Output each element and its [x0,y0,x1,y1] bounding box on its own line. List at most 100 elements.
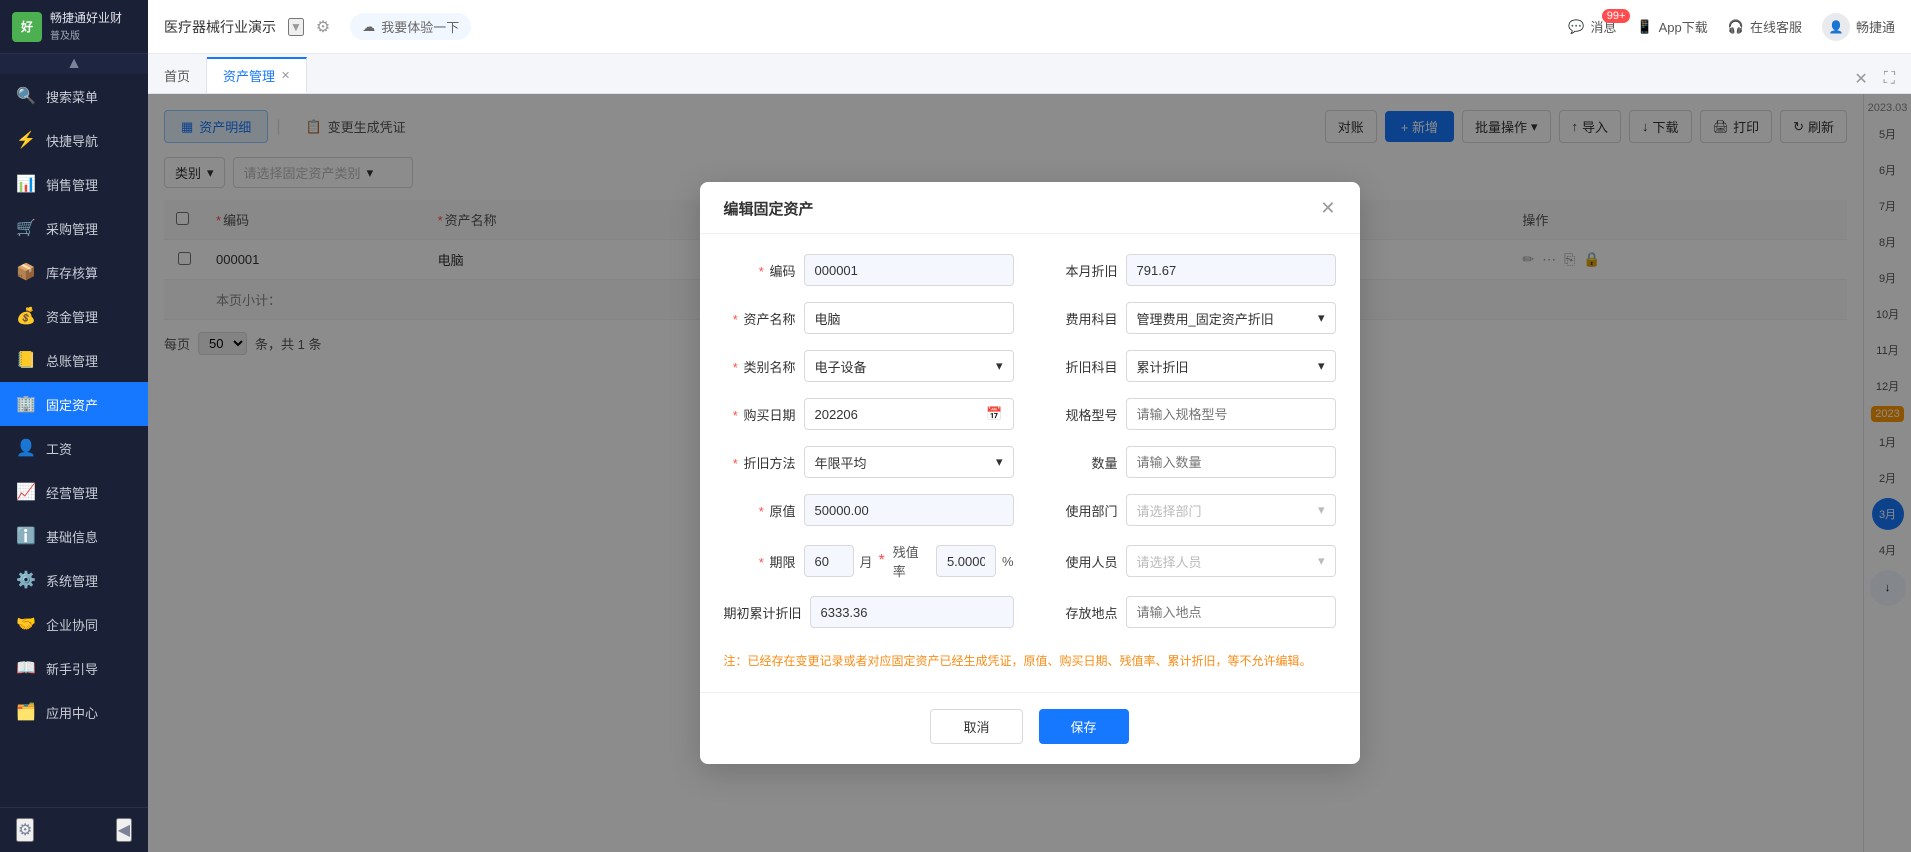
initial-accumulated-label: 期初累计折旧 [724,603,802,622]
department-placeholder: 请选择部门 [1137,501,1202,520]
user-name: 畅捷通 [1856,17,1895,36]
depreciation-method-select[interactable]: 年限平均 ▾ [804,446,1014,478]
expense-subject-label: 费用科目 [1046,309,1118,328]
sidebar-item-apps[interactable]: 🗂️ 应用中心 [0,690,148,734]
tab-home-label: 首页 [164,66,190,85]
depreciation-subject-value: 累计折旧 [1137,357,1189,376]
modal-body: * 编码 本月折旧 * [700,234,1360,691]
tab-assets-label: 资产管理 [223,66,275,85]
category-name-label: * 类别名称 [724,357,796,376]
person-placeholder: 请选择人员 [1137,552,1202,571]
spec-label: 规格型号 [1046,405,1118,424]
depreciation-method-label: * 折旧方法 [724,453,796,472]
collapse-button[interactable]: ◀ [116,818,132,842]
monthly-depreciation-input[interactable] [1126,254,1336,286]
field-category-name: * 类别名称 电子设备 ▾ [724,350,1014,382]
sidebar-bottom: ⚙ ◀ [0,807,148,852]
window-controls: ✕ ⛶ [1850,65,1911,93]
mobile-icon: 📱 [1636,19,1652,35]
sidebar-item-sales[interactable]: 📊 销售管理 [0,162,148,206]
save-button[interactable]: 保存 [1039,709,1129,744]
code-label: * 编码 [724,261,796,280]
sidebar-item-guide[interactable]: 📖 新手引导 [0,646,148,690]
sidebar-item-assets[interactable]: 🏢 固定资产 [0,382,148,426]
sales-icon: 📊 [16,174,36,194]
sidebar-item-ledger[interactable]: 📒 总账管理 [0,338,148,382]
period-label: * 期限 [724,552,796,571]
field-depreciation-method: * 折旧方法 年限平均 ▾ [724,446,1014,478]
quantity-input[interactable] [1126,446,1336,478]
sidebar-item-payroll[interactable]: 👤 工资 [0,426,148,470]
field-location: 存放地点 [1046,596,1336,628]
initial-accumulated-input[interactable] [810,596,1014,628]
experience-button[interactable]: ☁ 我要体验一下 [350,13,471,40]
gear-button[interactable]: ⚙ [316,17,330,37]
sidebar-item-system[interactable]: ⚙️ 系统管理 [0,558,148,602]
app-download-label: App下载 [1659,17,1708,36]
monthly-depreciation-label: 本月折旧 [1046,261,1118,280]
purchase-date-picker[interactable]: 202206 📅 [804,398,1014,430]
modal-title: 编辑固定资产 [724,198,814,219]
location-input[interactable] [1126,596,1336,628]
original-value-input[interactable] [804,494,1014,526]
ledger-icon: 📒 [16,350,36,370]
modal-overlay: 编辑固定资产 ✕ * 编码 [148,94,1911,852]
depreciation-subject-select[interactable]: 累计折旧 ▾ [1126,350,1336,382]
sidebar-item-label: 基础信息 [46,527,98,546]
asset-name-input[interactable] [804,302,1014,334]
person-select[interactable]: 请选择人员 ▾ [1126,545,1336,577]
tab-close-btn[interactable]: ✕ [281,69,290,82]
field-initial-accumulated: 期初累计折旧 [724,596,1014,628]
field-period-residual: * 期限 月 * 残值率 % [724,542,1014,580]
avatar: 👤 [1822,13,1850,41]
residual-rate-input[interactable] [936,545,996,577]
settings-button[interactable]: ⚙ [16,818,34,842]
scroll-up-btn[interactable]: ▲ [0,54,148,74]
modal-close-btn[interactable]: ✕ [1320,198,1335,219]
spec-input[interactable] [1126,398,1336,430]
window-maximize-btn[interactable]: ⛶ [1880,66,1899,92]
cloud-icon: ☁ [362,19,375,35]
sidebar-item-label: 工资 [46,439,72,458]
sidebar-item-inventory[interactable]: 📦 库存核算 [0,250,148,294]
app-name: 畅捷通好业财 [50,11,122,27]
code-input[interactable] [804,254,1014,286]
industry-dropdown-btn[interactable]: ▼ [288,18,304,36]
sidebar-item-label: 销售管理 [46,175,98,194]
chevron-down-icon: ▾ [996,358,1003,374]
payroll-icon: 👤 [16,438,36,458]
sidebar-item-search[interactable]: 🔍 搜索菜单 [0,74,148,118]
sidebar-item-basic-info[interactable]: ℹ️ 基础信息 [0,514,148,558]
user-action[interactable]: 👤 畅捷通 [1822,13,1895,41]
apps-icon: 🗂️ [16,702,36,722]
sidebar-item-label: 库存核算 [46,263,98,282]
sidebar: 好 畅捷通好业财 普及版 ▲ 🔍 搜索菜单 ⚡ 快捷导航 📊 销售管理 🛒 采购… [0,0,148,852]
sidebar-item-purchase[interactable]: 🛒 采购管理 [0,206,148,250]
category-select[interactable]: 电子设备 ▾ [804,350,1014,382]
department-select[interactable]: 请选择部门 ▾ [1126,494,1336,526]
tab-assets[interactable]: 资产管理 ✕ [207,57,307,93]
expense-subject-select[interactable]: 管理费用_固定资产折旧 ▾ [1126,302,1336,334]
field-code: * 编码 [724,254,1014,286]
depreciation-subject-label: 折旧科目 [1046,357,1118,376]
finance-icon: 💰 [16,306,36,326]
headset-icon: 🎧 [1728,19,1744,35]
period-input[interactable] [804,545,854,577]
modal-header: 编辑固定资产 ✕ [700,182,1360,234]
chevron-down-icon: ▾ [996,454,1003,470]
sidebar-item-operations[interactable]: 📈 经营管理 [0,470,148,514]
sidebar-item-enterprise[interactable]: 🤝 企业协同 [0,602,148,646]
cancel-button[interactable]: 取消 [930,709,1022,744]
main-area: 医疗器械行业演示 ▼ ⚙ ☁ 我要体验一下 💬 消息 99+ 📱 App下载 🎧… [148,0,1911,852]
logo-area: 好 畅捷通好业财 普及版 [0,0,148,54]
message-action[interactable]: 💬 消息 99+ [1568,17,1616,36]
window-close-btn[interactable]: ✕ [1850,65,1871,93]
app-download-action[interactable]: 📱 App下载 [1636,17,1707,36]
field-asset-name: * 资产名称 [724,302,1014,334]
purchase-icon: 🛒 [16,218,36,238]
online-service-action[interactable]: 🎧 在线客服 [1728,17,1802,36]
tab-home[interactable]: 首页 [148,57,207,93]
residual-unit: % [1002,554,1014,569]
sidebar-item-quicknav[interactable]: ⚡ 快捷导航 [0,118,148,162]
sidebar-item-finance[interactable]: 💰 资金管理 [0,294,148,338]
